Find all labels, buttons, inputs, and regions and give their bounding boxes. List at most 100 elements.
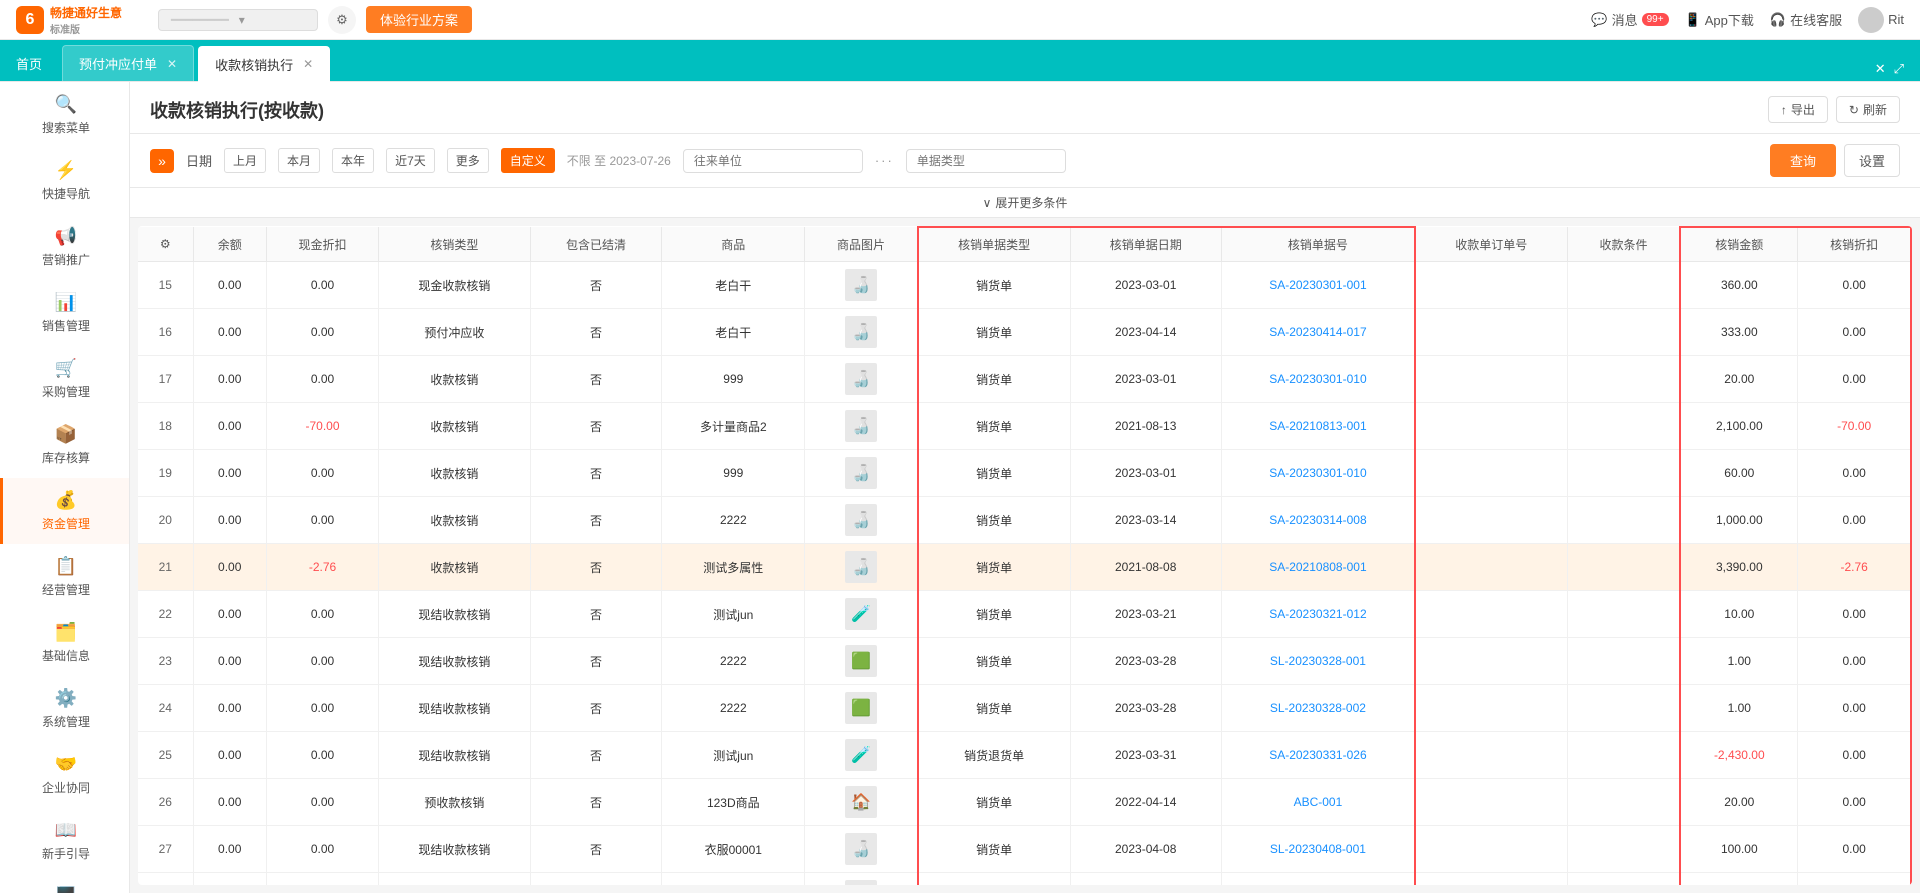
cell-bill-date: 2023-03-31	[1070, 732, 1221, 779]
cell-product-image: 🍶	[805, 826, 918, 873]
expand-more-bar: ∨ 展开更多条件	[130, 188, 1920, 218]
cell-include-settled: 否	[530, 544, 662, 591]
cell-writeoff-discount: 0.00	[1798, 356, 1911, 403]
cell-receipt-order	[1415, 356, 1567, 403]
date-btn-this-month[interactable]: 本月	[278, 148, 320, 173]
trial-btn[interactable]: 体验行业方案	[366, 6, 472, 33]
sidebar-item-hardware[interactable]: 🖥️ 智能硬件	[0, 874, 129, 893]
sidebar-item-finance[interactable]: 💰 资金管理	[0, 478, 129, 544]
tab-prepay[interactable]: 预付冲应付单 ✕	[62, 45, 194, 81]
bill-no-link[interactable]: SA-20230301-010	[1269, 372, 1366, 386]
message-btn[interactable]: 💬 消息 99+	[1591, 10, 1668, 29]
sidebar-item-purchase[interactable]: 🛒 采购管理	[0, 346, 129, 412]
message-icon: 💬	[1591, 12, 1607, 28]
cell-writeoff-type: 预付冲应收	[379, 309, 530, 356]
user-area[interactable]: Rit	[1858, 7, 1904, 33]
cell-include-settled: 否	[530, 309, 662, 356]
cell-product-image: 🍶	[805, 309, 918, 356]
cell-id: 28	[138, 873, 193, 886]
tab-home[interactable]: 首页	[0, 45, 58, 81]
bill-no-link[interactable]: SA-20230331-026	[1269, 748, 1366, 762]
sidebar-label-search: 搜索菜单	[42, 119, 90, 136]
bill-no-link[interactable]: SA-20230301-001	[1269, 278, 1366, 292]
counterpart-input[interactable]	[683, 149, 863, 173]
date-btn-last-month[interactable]: 上月	[224, 148, 266, 173]
app-download-btn[interactable]: 📱 App下载	[1685, 10, 1754, 29]
col-bill-date: 核销单据日期	[1070, 227, 1221, 262]
cell-product: 2222	[662, 873, 805, 886]
settings-btn[interactable]: ⚙	[328, 6, 356, 34]
date-btn-custom[interactable]: 自定义	[501, 148, 555, 173]
cell-id: 18	[138, 403, 193, 450]
tab-prepay-close[interactable]: ✕	[167, 57, 177, 71]
bill-no-link[interactable]: SA-20210808-001	[1269, 560, 1366, 574]
quick-icon: ⚡	[55, 160, 77, 181]
edition-label: 标准版	[50, 21, 122, 36]
maximize-icon[interactable]: ⤢	[1894, 61, 1904, 77]
date-btn-this-year[interactable]: 本年	[332, 148, 374, 173]
export-icon: ↑	[1781, 103, 1787, 117]
cell-include-settled: 否	[530, 497, 662, 544]
cell-bill-date: 2023-03-28	[1070, 638, 1221, 685]
refresh-btn[interactable]: ↻ 刷新	[1836, 96, 1900, 123]
bill-no-link[interactable]: SL-20230328-002	[1270, 701, 1366, 715]
tab-writeoff[interactable]: 收款核销执行 ✕	[198, 46, 330, 82]
col-settings[interactable]: ⚙	[138, 227, 193, 262]
online-service-label: 在线客服	[1790, 10, 1842, 29]
cell-receipt-condition	[1567, 450, 1680, 497]
settings-gear-icon[interactable]: ⚙	[160, 237, 171, 251]
filter-settings-btn[interactable]: 设置	[1844, 144, 1900, 177]
marketing-icon: 📢	[55, 226, 77, 247]
cell-writeoff-amount: 3,390.00	[1680, 544, 1798, 591]
company-selector[interactable]: ━━━━━━━━ ▾	[158, 9, 318, 31]
sidebar-item-system[interactable]: ⚙️ 系统管理	[0, 676, 129, 742]
filter-expand-btn[interactable]: »	[150, 149, 174, 173]
refresh-label: 刷新	[1863, 101, 1887, 118]
cell-cash-discount: -2.76	[266, 544, 378, 591]
sidebar-item-collab[interactable]: 🤝 企业协同	[0, 742, 129, 808]
bill-no-link[interactable]: SL-20230328-001	[1270, 654, 1366, 668]
bill-no-link[interactable]: SA-20230301-010	[1269, 466, 1366, 480]
date-btn-7days[interactable]: 近7天	[386, 148, 435, 173]
cell-receipt-condition	[1567, 826, 1680, 873]
sidebar-item-basic[interactable]: 🗂️ 基础信息	[0, 610, 129, 676]
bill-no-link[interactable]: SA-20230414-017	[1269, 325, 1366, 339]
cell-cash-discount: 0.00	[266, 591, 378, 638]
sidebar-item-search[interactable]: 🔍 搜索菜单	[0, 82, 129, 148]
brand-name: 畅捷通好生意	[50, 4, 122, 21]
sidebar-item-marketing[interactable]: 📢 营销推广	[0, 214, 129, 280]
sidebar-item-inventory[interactable]: 📦 库存核算	[0, 412, 129, 478]
cell-receipt-order	[1415, 591, 1567, 638]
bill-no-link[interactable]: SL-20230408-001	[1270, 842, 1366, 856]
sidebar-item-guide[interactable]: 📖 新手引导	[0, 808, 129, 874]
bill-no-link[interactable]: SA-20230321-012	[1269, 607, 1366, 621]
cell-bill-type: 销货单	[918, 826, 1070, 873]
online-service-btn[interactable]: 🎧 在线客服	[1770, 10, 1842, 29]
cell-receipt-order	[1415, 826, 1567, 873]
sidebar-item-quick[interactable]: ⚡ 快捷导航	[0, 148, 129, 214]
query-btn[interactable]: 查询	[1770, 144, 1836, 177]
guide-icon: 📖	[55, 820, 77, 841]
cell-balance: 0.00	[193, 779, 266, 826]
bill-no-link[interactable]: ABC-001	[1294, 795, 1343, 809]
export-btn[interactable]: ↑ 导出	[1768, 96, 1828, 123]
bill-no-link[interactable]: SA-20230314-008	[1269, 513, 1366, 527]
bill-type-input[interactable]	[906, 149, 1066, 173]
table-row: 22 0.00 0.00 现结收款核销 否 测试jun 🧪 销货单 2023-0…	[138, 591, 1911, 638]
date-btn-more[interactable]: 更多	[447, 148, 489, 173]
sidebar-item-operations[interactable]: 📋 经营管理	[0, 544, 129, 610]
cell-writeoff-amount: 60.00	[1680, 450, 1798, 497]
table-container: ⚙ 余额 现金折扣 核销类型 包含已结清 商品 商品图片 核销单据类型 核销单据…	[138, 226, 1912, 885]
col-balance: 余额	[193, 227, 266, 262]
cell-bill-no: SA-20230414-017	[1221, 309, 1415, 356]
logo-area: 6 畅捷通好生意 标准版	[16, 4, 146, 36]
cell-include-settled: 否	[530, 591, 662, 638]
cell-receipt-condition	[1567, 309, 1680, 356]
tab-writeoff-close[interactable]: ✕	[303, 57, 313, 71]
expand-more-btn[interactable]: ∨ 展开更多条件	[150, 190, 1900, 215]
col-bill-type: 核销单据类型	[918, 227, 1070, 262]
col-writeoff-discount: 核销折扣	[1798, 227, 1911, 262]
sidebar-item-sales[interactable]: 📊 销售管理	[0, 280, 129, 346]
bill-no-link[interactable]: SA-20210813-001	[1269, 419, 1366, 433]
close-all-icon[interactable]: ✕	[1875, 61, 1886, 77]
